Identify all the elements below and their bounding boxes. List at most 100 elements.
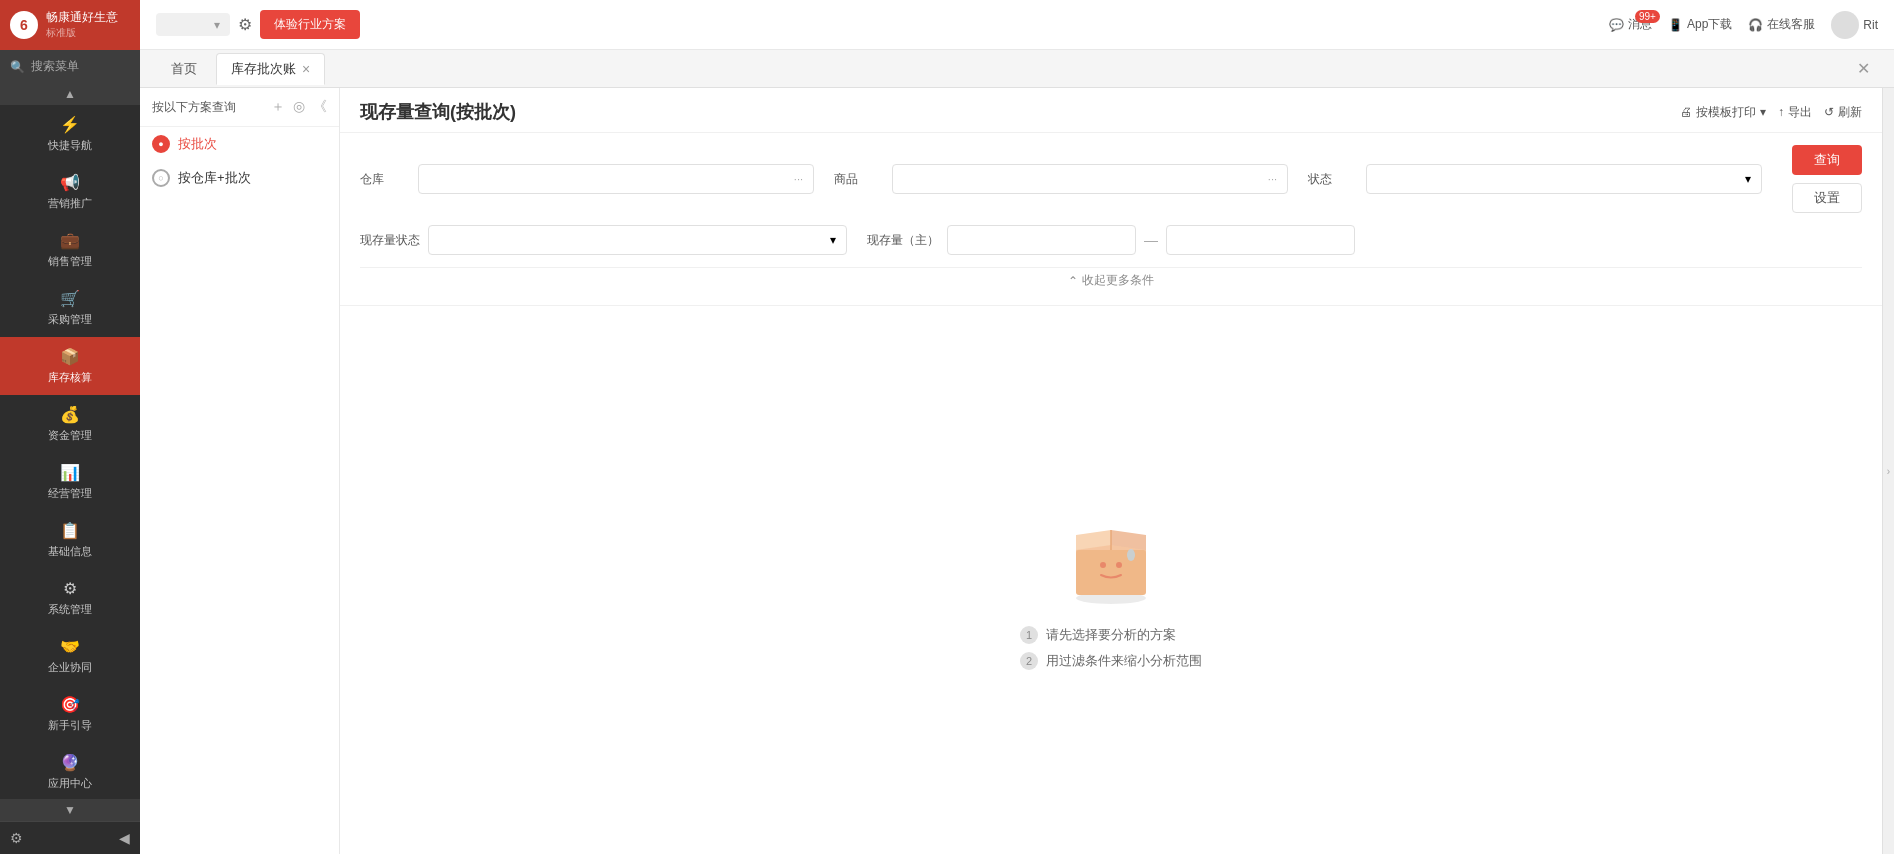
user-avatar bbox=[1831, 11, 1859, 39]
refresh-button[interactable]: ↺ 刷新 bbox=[1824, 104, 1862, 121]
plan-warehouse-batch-icon: ○ bbox=[152, 169, 170, 187]
right-collapse-tab[interactable]: › bbox=[1882, 88, 1894, 854]
filter-warehouse: 仓库 ··· bbox=[360, 164, 814, 194]
sidebar-item-sales[interactable]: 💼 销售管理 bbox=[0, 221, 140, 279]
warehouse-input[interactable]: ··· bbox=[418, 164, 814, 194]
filter-row-1: 仓库 ··· 商品 ··· 状态 bbox=[360, 145, 1862, 213]
app-download-button[interactable]: 📱 App下载 bbox=[1668, 16, 1732, 33]
settings-footer-icon[interactable]: ⚙ bbox=[10, 830, 23, 846]
user-avatar-area[interactable]: Rit bbox=[1831, 11, 1878, 39]
operations-icon: 📊 bbox=[60, 463, 80, 482]
online-support-label: 在线客服 bbox=[1767, 16, 1815, 33]
plan-settings-icon[interactable]: ◎ bbox=[293, 98, 305, 116]
sidebar-search-label: 搜索菜单 bbox=[31, 58, 79, 75]
collapse-more-button[interactable]: ⌃ 收起更多条件 bbox=[1068, 272, 1154, 289]
breadcrumb: ▾ bbox=[156, 13, 230, 36]
basic-icon: 📋 bbox=[60, 521, 80, 540]
query-button[interactable]: 查询 bbox=[1792, 145, 1862, 175]
collapse-sidebar-icon[interactable]: ◀ bbox=[119, 830, 130, 846]
sidebar-item-label: 新手引导 bbox=[48, 718, 92, 733]
sidebar-scroll-down[interactable]: ▼ bbox=[0, 799, 140, 821]
sidebar-item-label: 库存核算 bbox=[48, 370, 92, 385]
page-title: 现存量查询(按批次) bbox=[360, 100, 516, 124]
warehouse-more-icon[interactable]: ··· bbox=[794, 173, 803, 185]
panel-close-button[interactable]: ✕ bbox=[1857, 59, 1870, 78]
plan-batch-label: 按批次 bbox=[178, 135, 217, 153]
sidebar-item-label: 销售管理 bbox=[48, 254, 92, 269]
tab-inventory-batch[interactable]: 库存批次账 × bbox=[216, 53, 325, 85]
status-select[interactable]: ▾ bbox=[1366, 164, 1762, 194]
online-support-button[interactable]: 🎧 在线客服 bbox=[1748, 16, 1815, 33]
left-panel-header-icons: ＋ ◎ 《 bbox=[271, 98, 327, 116]
sidebar-item-operations[interactable]: 📊 经营管理 bbox=[0, 453, 140, 511]
inventory-qty-min-input[interactable] bbox=[947, 225, 1136, 255]
tab-close-button[interactable]: × bbox=[302, 62, 310, 76]
sidebar-brand: 畅康通好生意 标准版 bbox=[46, 10, 118, 40]
filter-actions: ⌃ 收起更多条件 bbox=[360, 267, 1862, 293]
add-plan-icon[interactable]: ＋ bbox=[271, 98, 285, 116]
refresh-label: 刷新 bbox=[1838, 104, 1862, 121]
sidebar-item-label: 企业协同 bbox=[48, 660, 92, 675]
sidebar-item-system[interactable]: ⚙ 系统管理 bbox=[0, 569, 140, 627]
sidebar-title: 畅康通好生意 bbox=[46, 10, 118, 26]
sidebar-item-cooperation[interactable]: 🤝 企业协同 bbox=[0, 627, 140, 685]
hint-2-text: 用过滤条件来缩小分析范围 bbox=[1046, 652, 1202, 670]
plan-batch-icon: ● bbox=[152, 135, 170, 153]
sidebar-item-label: 经营管理 bbox=[48, 486, 92, 501]
empty-illustration bbox=[1051, 490, 1171, 610]
headset-icon: 🎧 bbox=[1748, 18, 1763, 32]
right-content: 现存量查询(按批次) 🖨 按模板打印 ▾ ↑ 导出 ↺ 刷新 bbox=[340, 88, 1882, 854]
breadcrumb-text bbox=[166, 17, 210, 32]
topbar-gear-icon[interactable]: ⚙ bbox=[238, 15, 252, 34]
topbar-left: ▾ ⚙ 体验行业方案 bbox=[156, 10, 1599, 39]
tab-home-label: 首页 bbox=[171, 60, 197, 78]
product-filter-label: 商品 bbox=[834, 171, 884, 188]
print-icon: 🖨 bbox=[1680, 105, 1692, 119]
print-template-button[interactable]: 🖨 按模板打印 ▾ bbox=[1680, 104, 1766, 121]
collapse-left-panel-icon[interactable]: 《 bbox=[313, 98, 327, 116]
filter-inventory-status: 现存量状态 ▾ bbox=[360, 225, 847, 255]
left-panel-title: 按以下方案查询 bbox=[152, 99, 236, 116]
product-more-icon[interactable]: ··· bbox=[1268, 173, 1277, 185]
phone-icon: 📱 bbox=[1668, 18, 1683, 32]
sidebar-item-shortcuts[interactable]: ⚡ 快捷导航 bbox=[0, 105, 140, 163]
inventory-status-select[interactable]: ▾ bbox=[428, 225, 847, 255]
refresh-icon: ↺ bbox=[1824, 105, 1834, 119]
marketing-icon: 📢 bbox=[60, 173, 80, 192]
sidebar-item-finance[interactable]: 💰 资金管理 bbox=[0, 395, 140, 453]
apps-icon: 🔮 bbox=[60, 753, 80, 772]
plan-item-warehouse-batch[interactable]: ○ 按仓库+批次 bbox=[140, 161, 339, 195]
inventory-qty-max-input[interactable] bbox=[1166, 225, 1355, 255]
plan-item-batch[interactable]: ● 按批次 bbox=[140, 127, 339, 161]
sidebar-search[interactable]: 🔍 搜索菜单 bbox=[0, 50, 140, 83]
empty-state: 1 请先选择要分析的方案 2 用过滤条件来缩小分析范围 bbox=[340, 306, 1882, 854]
export-label: 导出 bbox=[1788, 104, 1812, 121]
inventory-status-dropdown-icon: ▾ bbox=[830, 233, 836, 247]
right-collapse-icon: › bbox=[1887, 466, 1890, 477]
tab-home[interactable]: 首页 bbox=[156, 53, 212, 85]
messages-button[interactable]: 💬 消息 99+ bbox=[1609, 16, 1652, 33]
print-dropdown-icon[interactable]: ▾ bbox=[1760, 105, 1766, 119]
filter-inventory-qty: 现存量（主） — bbox=[867, 225, 1354, 255]
sidebar-item-guide[interactable]: 🎯 新手引导 bbox=[0, 685, 140, 743]
cooperation-icon: 🤝 bbox=[60, 637, 80, 656]
warehouse-filter-label: 仓库 bbox=[360, 171, 410, 188]
sidebar-item-apps[interactable]: 🔮 应用中心 bbox=[0, 743, 140, 799]
sidebar-item-basic[interactable]: 📋 基础信息 bbox=[0, 511, 140, 569]
trial-industry-button[interactable]: 体验行业方案 bbox=[260, 10, 360, 39]
settings-button[interactable]: 设置 bbox=[1792, 183, 1862, 213]
sidebar-scroll-up[interactable]: ▲ bbox=[0, 83, 140, 105]
hint-1-num: 1 bbox=[1020, 626, 1038, 644]
product-input[interactable]: ··· bbox=[892, 164, 1288, 194]
empty-hints: 1 请先选择要分析的方案 2 用过滤条件来缩小分析范围 bbox=[1020, 626, 1202, 670]
tabbar: 首页 库存批次账 × ✕ bbox=[140, 50, 1894, 88]
export-button[interactable]: ↑ 导出 bbox=[1778, 104, 1812, 121]
hint-2-num: 2 bbox=[1020, 652, 1038, 670]
sidebar-item-inventory[interactable]: 📦 库存核算 bbox=[0, 337, 140, 395]
breadcrumb-dropdown-icon[interactable]: ▾ bbox=[214, 18, 220, 32]
inventory-status-label: 现存量状态 bbox=[360, 232, 420, 249]
sidebar-item-marketing[interactable]: 📢 营销推广 bbox=[0, 163, 140, 221]
system-icon: ⚙ bbox=[63, 579, 77, 598]
sidebar-item-purchase[interactable]: 🛒 采购管理 bbox=[0, 279, 140, 337]
page-title-actions: 🖨 按模板打印 ▾ ↑ 导出 ↺ 刷新 bbox=[1680, 104, 1862, 121]
